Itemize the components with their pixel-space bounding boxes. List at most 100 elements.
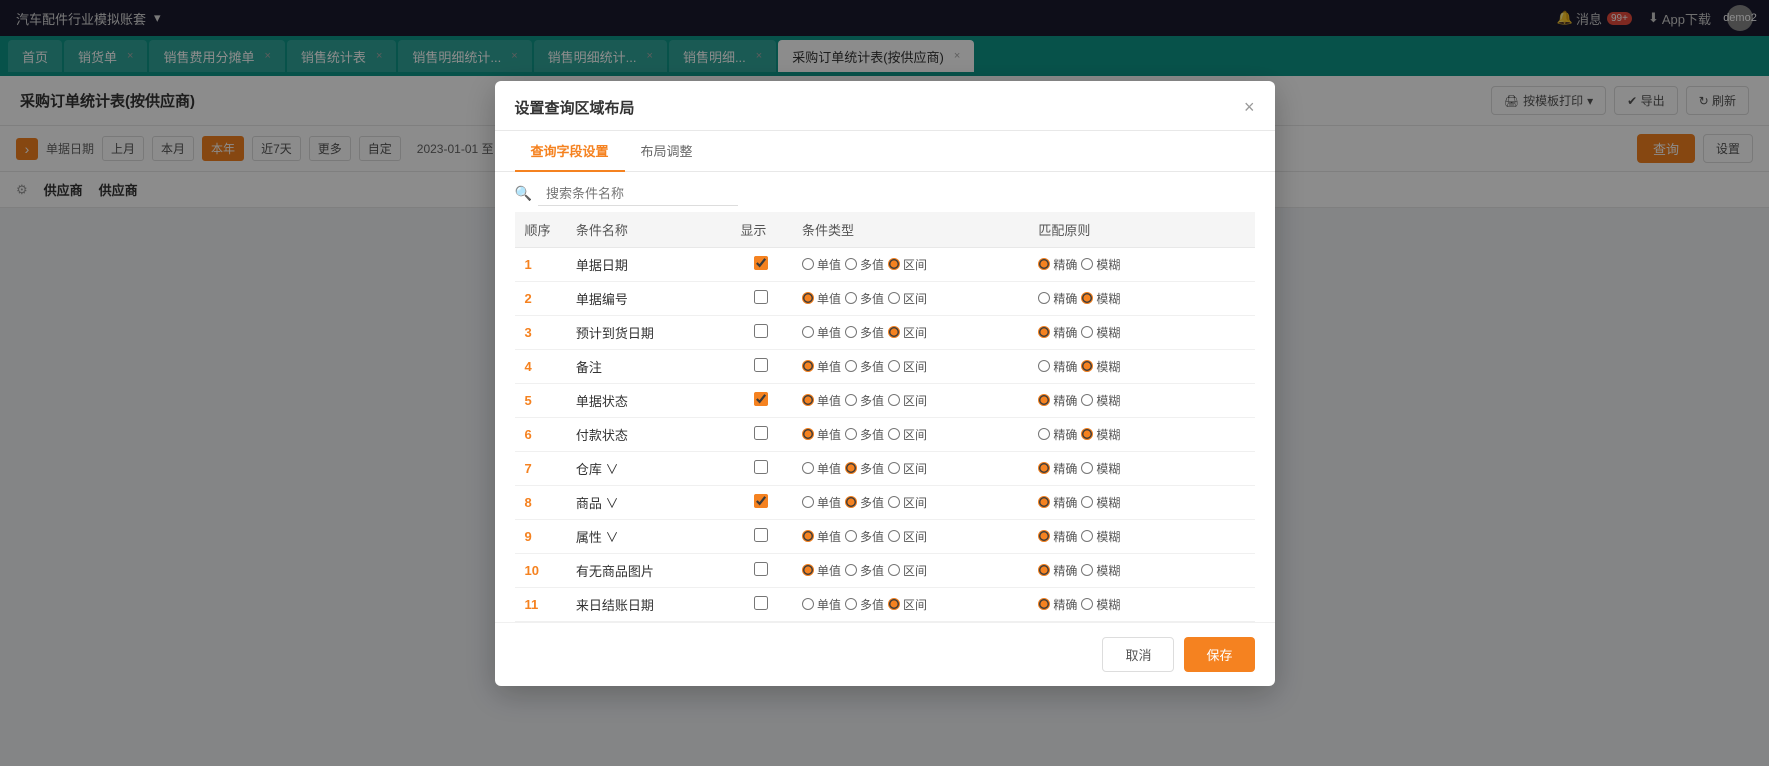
match-radio-精确[interactable] [1038,428,1050,440]
type-option-多值[interactable]: 多值 [845,324,884,341]
match-option-精确[interactable]: 精确 [1038,392,1077,409]
type-radio-区间[interactable] [888,428,900,440]
type-option-区间[interactable]: 区间 [888,426,927,443]
match-option-模糊[interactable]: 模糊 [1081,528,1120,545]
type-option-区间[interactable]: 区间 [888,358,927,375]
type-radio-多值[interactable] [845,360,857,372]
match-radio-模糊[interactable] [1081,598,1093,610]
match-radio-模糊[interactable] [1081,564,1093,576]
type-option-区间[interactable]: 区间 [888,460,927,477]
type-option-多值[interactable]: 多值 [845,460,884,477]
type-radio-多值[interactable] [845,462,857,474]
match-radio-模糊[interactable] [1081,462,1093,474]
type-radio-区间[interactable] [888,530,900,542]
match-option-模糊[interactable]: 模糊 [1081,256,1120,273]
save-button[interactable]: 保存 [1184,637,1254,672]
match-option-精确[interactable]: 精确 [1038,358,1077,375]
match-radio-精确[interactable] [1038,462,1050,474]
display-checkbox[interactable] [754,528,768,542]
type-radio-多值[interactable] [845,394,857,406]
match-radio-精确[interactable] [1038,598,1050,610]
type-option-单值[interactable]: 单值 [802,324,841,341]
type-radio-单值[interactable] [802,428,814,440]
match-option-模糊[interactable]: 模糊 [1081,358,1120,375]
tab-query-fields[interactable]: 查询字段设置 [515,131,625,172]
match-option-模糊[interactable]: 模糊 [1081,426,1120,443]
display-checkbox[interactable] [754,562,768,576]
type-option-单值[interactable]: 单值 [802,392,841,409]
match-option-精确[interactable]: 精确 [1038,290,1077,307]
type-radio-区间[interactable] [888,258,900,270]
match-option-模糊[interactable]: 模糊 [1081,324,1120,341]
match-radio-模糊[interactable] [1081,394,1093,406]
type-radio-区间[interactable] [888,598,900,610]
match-option-精确[interactable]: 精确 [1038,596,1077,613]
type-radio-单值[interactable] [802,564,814,576]
display-checkbox[interactable] [754,324,768,338]
display-checkbox[interactable] [754,494,768,508]
match-radio-模糊[interactable] [1081,530,1093,542]
match-radio-精确[interactable] [1038,360,1050,372]
match-option-精确[interactable]: 精确 [1038,460,1077,477]
type-radio-多值[interactable] [845,326,857,338]
type-radio-区间[interactable] [888,360,900,372]
match-option-模糊[interactable]: 模糊 [1081,596,1120,613]
type-option-多值[interactable]: 多值 [845,256,884,273]
type-radio-区间[interactable] [888,326,900,338]
type-option-区间[interactable]: 区间 [888,392,927,409]
match-radio-精确[interactable] [1038,258,1050,270]
type-option-单值[interactable]: 单值 [802,426,841,443]
match-option-精确[interactable]: 精确 [1038,256,1077,273]
type-option-多值[interactable]: 多值 [845,358,884,375]
type-option-区间[interactable]: 区间 [888,528,927,545]
match-radio-精确[interactable] [1038,326,1050,338]
type-option-区间[interactable]: 区间 [888,562,927,579]
type-radio-多值[interactable] [845,530,857,542]
display-checkbox[interactable] [754,256,768,270]
type-option-多值[interactable]: 多值 [845,290,884,307]
display-checkbox[interactable] [754,358,768,372]
match-radio-精确[interactable] [1038,292,1050,304]
type-option-多值[interactable]: 多值 [845,596,884,613]
type-radio-单值[interactable] [802,360,814,372]
type-option-单值[interactable]: 单值 [802,256,841,273]
match-option-精确[interactable]: 精确 [1038,562,1077,579]
display-checkbox[interactable] [754,596,768,610]
match-option-模糊[interactable]: 模糊 [1081,290,1120,307]
dialog-close-button[interactable]: × [1244,98,1255,116]
type-radio-单值[interactable] [802,598,814,610]
match-radio-精确[interactable] [1038,394,1050,406]
type-option-区间[interactable]: 区间 [888,256,927,273]
type-option-单值[interactable]: 单值 [802,562,841,579]
type-option-多值[interactable]: 多值 [845,494,884,511]
type-radio-单值[interactable] [802,326,814,338]
type-radio-区间[interactable] [888,496,900,508]
type-radio-单值[interactable] [802,292,814,304]
type-radio-单值[interactable] [802,394,814,406]
match-option-模糊[interactable]: 模糊 [1081,494,1120,511]
type-radio-单值[interactable] [802,530,814,542]
type-option-多值[interactable]: 多值 [845,528,884,545]
match-radio-精确[interactable] [1038,530,1050,542]
match-radio-模糊[interactable] [1081,428,1093,440]
type-radio-多值[interactable] [845,598,857,610]
type-option-单值[interactable]: 单值 [802,494,841,511]
type-radio-区间[interactable] [888,564,900,576]
match-radio-模糊[interactable] [1081,496,1093,508]
display-checkbox[interactable] [754,392,768,406]
display-checkbox[interactable] [754,426,768,440]
match-radio-模糊[interactable] [1081,258,1093,270]
type-radio-区间[interactable] [888,394,900,406]
type-option-区间[interactable]: 区间 [888,494,927,511]
type-radio-多值[interactable] [845,258,857,270]
match-option-精确[interactable]: 精确 [1038,494,1077,511]
match-option-模糊[interactable]: 模糊 [1081,562,1120,579]
match-radio-模糊[interactable] [1081,292,1093,304]
type-radio-单值[interactable] [802,258,814,270]
match-option-模糊[interactable]: 模糊 [1081,392,1120,409]
tab-layout-adjust[interactable]: 布局调整 [625,131,709,172]
type-option-单值[interactable]: 单值 [802,460,841,477]
type-option-单值[interactable]: 单值 [802,528,841,545]
type-radio-区间[interactable] [888,462,900,474]
type-option-单值[interactable]: 单值 [802,290,841,307]
